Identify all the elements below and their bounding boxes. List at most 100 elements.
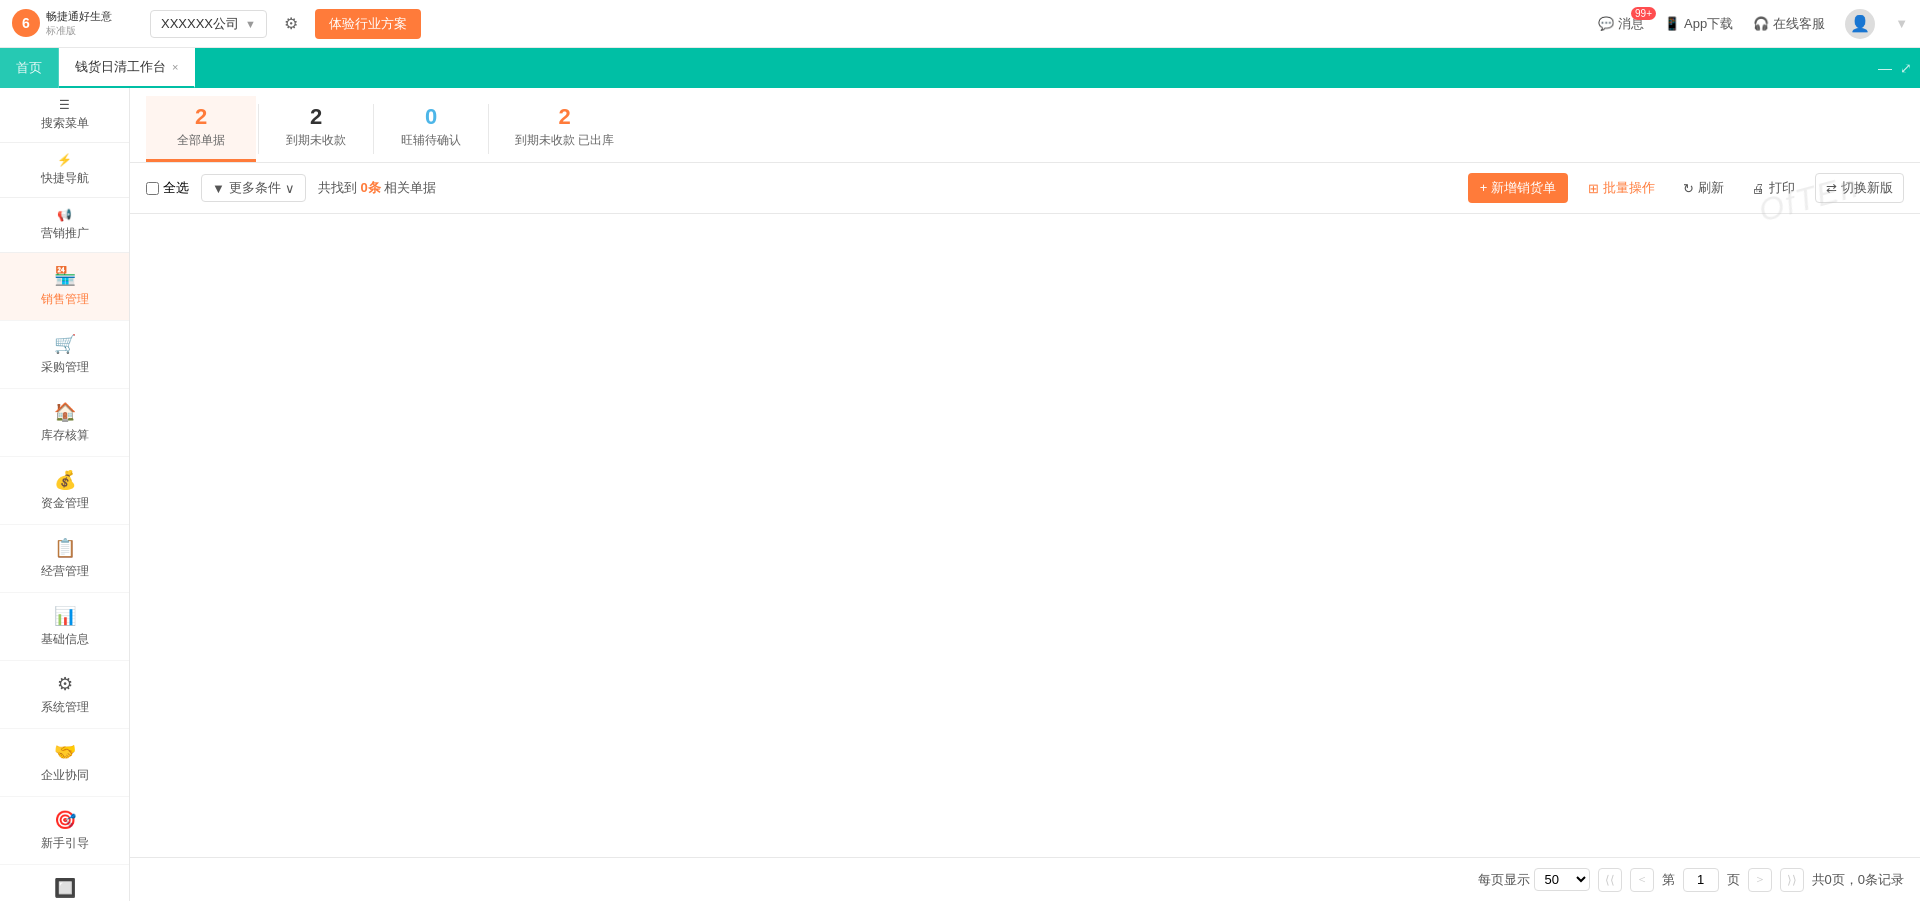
close-icon[interactable]: × — [172, 61, 178, 73]
message-badge: 99+ — [1631, 7, 1656, 20]
batch-label: 批量操作 — [1603, 179, 1655, 197]
sidebar-item-purchase[interactable]: 🛒 采购管理 — [0, 321, 129, 389]
service-icon: 🎧 — [1753, 16, 1769, 31]
purchase-icon: 🛒 — [54, 333, 76, 355]
add-order-button[interactable]: + 新增销货单 — [1468, 173, 1568, 203]
online-service-item[interactable]: 🎧 在线客服 — [1753, 15, 1825, 33]
tab-active[interactable]: 钱货日清工作台 × — [59, 48, 195, 88]
sidebar-item-operations[interactable]: 📋 经营管理 — [0, 525, 129, 593]
marketing-icon: 📢 — [57, 208, 72, 222]
app-download-label: App下载 — [1684, 15, 1733, 33]
batch-operation-button[interactable]: ⊞ 批量操作 — [1580, 175, 1663, 201]
company-selector[interactable]: XXXXXX公司 ▼ — [150, 10, 267, 38]
top-header: 6 畅捷通好生意 标准版 XXXXXX公司 ▼ ⚙ 体验行业方案 💬 消息 99… — [0, 0, 1920, 48]
minimize-icon[interactable]: — — [1878, 60, 1892, 76]
sidebar-quick-nav-label: 快捷导航 — [41, 170, 89, 187]
filter-icon: ▼ — [212, 181, 225, 196]
total-info: 共0页，0条记录 — [1812, 871, 1904, 889]
stat-number-2: 0 — [425, 104, 437, 130]
tab-home[interactable]: 首页 — [0, 48, 59, 88]
company-name: XXXXXX公司 — [161, 15, 239, 33]
app-center-icon: 🔲 — [54, 877, 76, 899]
print-label: 打印 — [1769, 179, 1795, 197]
stat-tab-1[interactable]: 2 到期未收款 — [261, 96, 371, 162]
sidebar-enterprise-label: 企业协同 — [41, 767, 89, 784]
enterprise-icon: 🤝 — [54, 741, 76, 763]
sidebar-item-inventory[interactable]: 🏠 库存核算 — [0, 389, 129, 457]
page-suffix: 页 — [1727, 871, 1740, 889]
print-button[interactable]: 🖨 打印 — [1744, 175, 1803, 201]
online-service-label: 在线客服 — [1773, 15, 1825, 33]
sidebar-item-search[interactable]: ☰ 搜索菜单 — [0, 88, 129, 143]
nav-tabs: 首页 钱货日清工作台 × — ⤢ — [0, 48, 1920, 88]
stat-tab-3[interactable]: 2 到期未收款 已出库 — [491, 96, 638, 162]
message-item[interactable]: 💬 消息 99+ — [1598, 15, 1644, 33]
filter-button[interactable]: ▼ 更多条件 ∨ — [201, 174, 306, 202]
sidebar-item-quick-nav[interactable]: ⚡ 快捷导航 — [0, 143, 129, 198]
per-page-dropdown[interactable]: 50 100 200 — [1534, 868, 1590, 891]
sidebar-item-basic[interactable]: 📊 基础信息 — [0, 593, 129, 661]
sidebar-item-app-center[interactable]: 🔲 应用中心 — [0, 865, 129, 901]
sidebar-basic-label: 基础信息 — [41, 631, 89, 648]
sidebar-item-enterprise[interactable]: 🤝 企业协同 — [0, 729, 129, 797]
guide-icon: 🎯 — [54, 809, 76, 831]
trial-button[interactable]: 体验行业方案 — [315, 9, 421, 39]
app-download-item[interactable]: 📱 App下载 — [1664, 15, 1733, 33]
switch-version-button[interactable]: ⇄ 切换新版 — [1815, 173, 1904, 203]
stat-tab-2[interactable]: 0 旺辅待确认 — [376, 96, 486, 162]
settings-icon[interactable]: ⚙ — [275, 8, 307, 40]
print-icon: 🖨 — [1752, 181, 1765, 196]
filter-label: 更多条件 — [229, 179, 281, 197]
stat-tab-0[interactable]: 2 全部单据 — [146, 96, 256, 162]
header-right: 💬 消息 99+ 📱 App下载 🎧 在线客服 👤 ▼ — [1598, 9, 1908, 39]
avatar[interactable]: 👤 — [1845, 9, 1875, 39]
tab-home-label: 首页 — [16, 59, 42, 77]
chevron-down-icon: ▼ — [245, 18, 256, 30]
content-area: 2 全部单据 2 到期未收款 0 旺辅待确认 2 到期未收款 已出库 — [130, 88, 1920, 901]
stat-number-0: 2 — [195, 104, 207, 130]
switch-label: 切换新版 — [1841, 179, 1893, 197]
sidebar-search-label: 搜索菜单 — [41, 115, 89, 132]
logo-icon: 6 — [12, 9, 40, 37]
sidebar-purchase-label: 采购管理 — [41, 359, 89, 376]
search-icon: ☰ — [59, 98, 70, 112]
batch-icon: ⊞ — [1588, 181, 1599, 196]
logo-area: 6 畅捷通好生意 标准版 — [12, 9, 142, 37]
next-page-button[interactable]: ＞ — [1748, 868, 1772, 892]
refresh-button[interactable]: ↻ 刷新 — [1675, 175, 1732, 201]
stat-divider-1 — [258, 104, 259, 154]
toolbar: 全选 ▼ 更多条件 ∨ 共找到 0条 相关单据 + 新增销货单 ⊞ 批量操作 ↻ — [130, 163, 1920, 214]
sidebar-item-sales[interactable]: 🏪 销售管理 — [0, 253, 129, 321]
refresh-label: 刷新 — [1698, 179, 1724, 197]
stat-divider-2 — [373, 104, 374, 154]
download-icon: 📱 — [1664, 16, 1680, 31]
last-page-button[interactable]: ⟩⟩ — [1780, 868, 1804, 892]
basic-icon: 📊 — [54, 605, 76, 627]
user-menu[interactable]: ▼ — [1895, 16, 1908, 31]
prev-page-button[interactable]: ＜ — [1630, 868, 1654, 892]
pagination: 每页显示 50 100 200 ⟨⟨ ＜ 第 页 ＞ ⟩⟩ 共0页，0条记录 — [130, 857, 1920, 901]
sidebar-operations-label: 经营管理 — [41, 563, 89, 580]
inventory-icon: 🏠 — [54, 401, 76, 423]
switch-icon: ⇄ — [1826, 181, 1837, 196]
page-size-select: 每页显示 50 100 200 — [1478, 868, 1590, 891]
sidebar-item-system[interactable]: ⚙ 系统管理 — [0, 661, 129, 729]
select-all-input[interactable] — [146, 182, 159, 195]
stat-label-2: 旺辅待确认 — [401, 132, 461, 149]
maximize-icon[interactable]: ⤢ — [1900, 60, 1912, 76]
tab-actions: — ⤢ — [1878, 60, 1920, 76]
stat-label-1: 到期未收款 — [286, 132, 346, 149]
stat-label-0: 全部单据 — [177, 132, 225, 149]
page-number-input[interactable] — [1683, 868, 1719, 892]
sidebar-item-capital[interactable]: 💰 资金管理 — [0, 457, 129, 525]
found-count: 0条 — [361, 180, 381, 195]
stat-number-1: 2 — [310, 104, 322, 130]
sidebar-item-guide[interactable]: 🎯 新手引导 — [0, 797, 129, 865]
sidebar-system-label: 系统管理 — [41, 699, 89, 716]
sidebar-item-marketing[interactable]: 📢 营销推广 — [0, 198, 129, 253]
app-name: 畅捷通好生意 — [46, 9, 112, 23]
select-all-checkbox[interactable]: 全选 — [146, 179, 189, 197]
found-suffix: 相关单据 — [384, 180, 436, 195]
first-page-button[interactable]: ⟨⟨ — [1598, 868, 1622, 892]
quick-nav-icon: ⚡ — [57, 153, 72, 167]
